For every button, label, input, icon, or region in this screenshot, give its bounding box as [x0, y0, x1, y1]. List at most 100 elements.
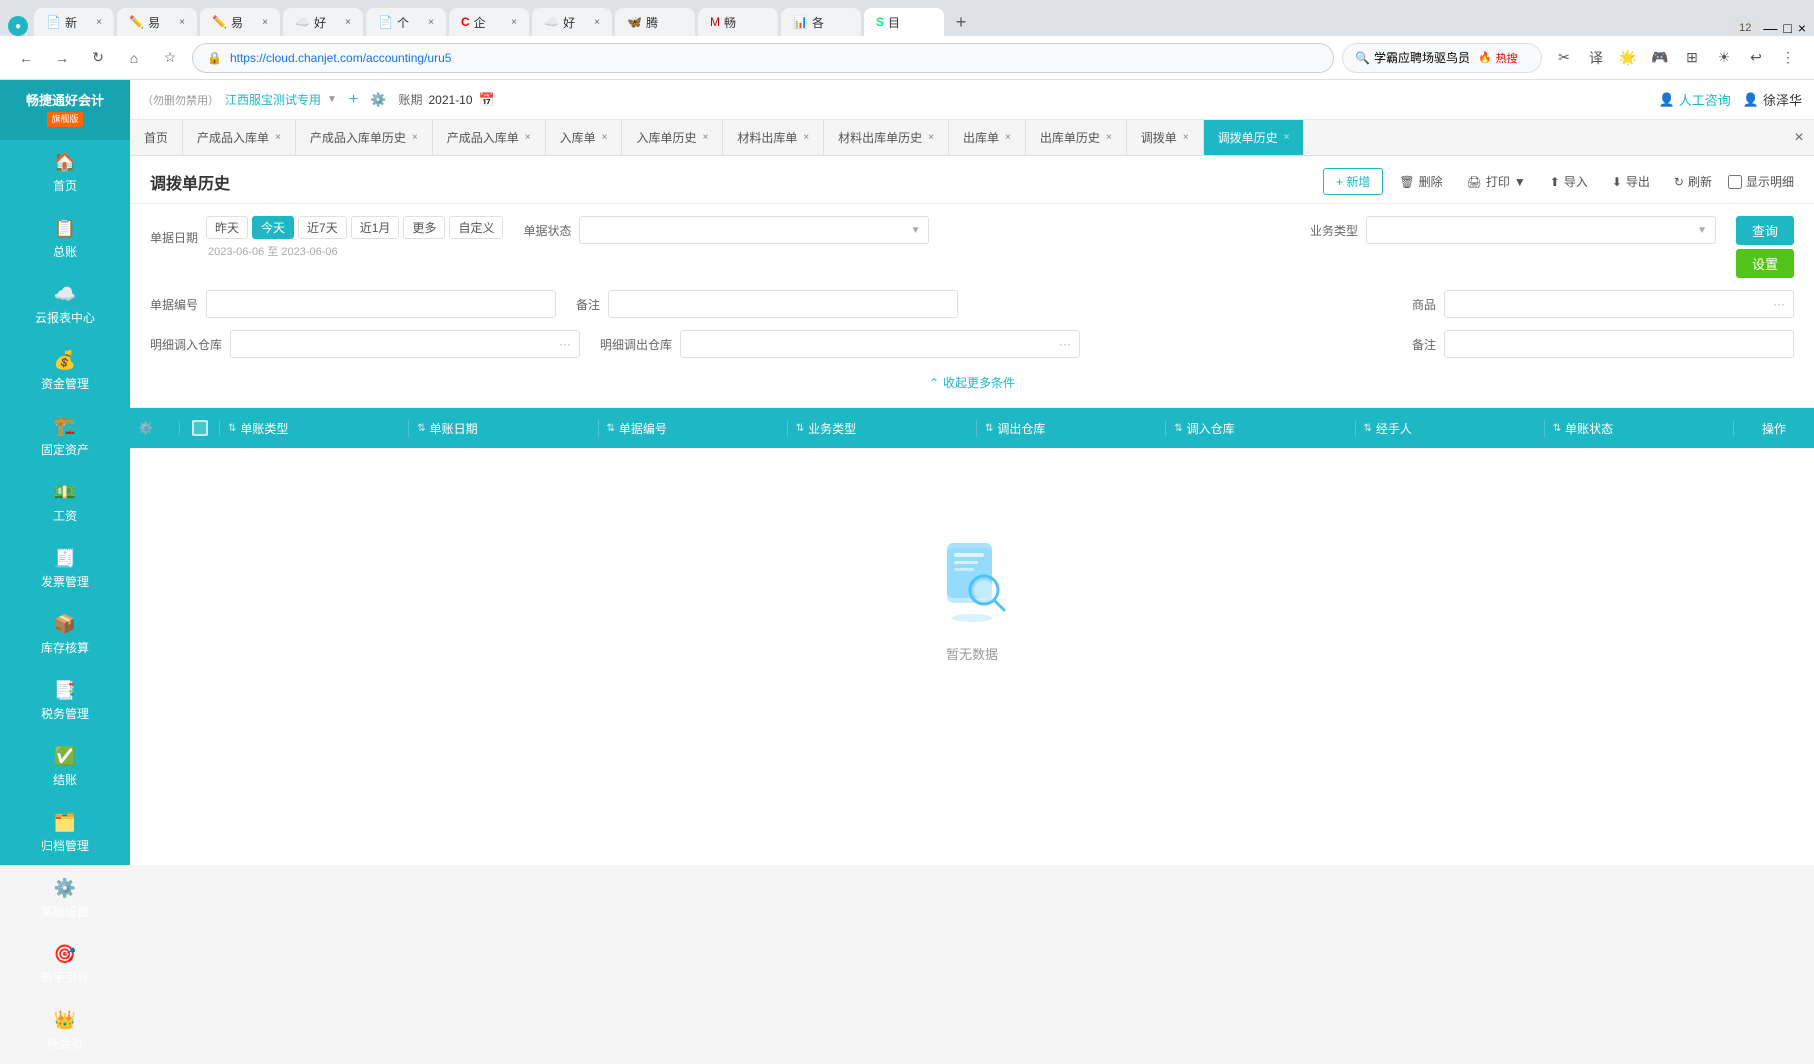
- back-button[interactable]: ←: [12, 44, 40, 72]
- th-gear[interactable]: ⚙️: [130, 421, 180, 435]
- browser-tab-11[interactable]: S 目: [864, 8, 944, 36]
- tab-close-material-out[interactable]: ×: [803, 132, 809, 143]
- detail-out-select[interactable]: ···: [680, 330, 1080, 358]
- delete-btn[interactable]: 🗑 删除: [1391, 169, 1450, 194]
- detail-note-input[interactable]: [1444, 330, 1794, 358]
- nav-tab-material-out[interactable]: 材料出库单 ×: [723, 120, 824, 156]
- browser-tab-8[interactable]: 🦋 腾: [615, 8, 695, 36]
- nav-tab-in-order[interactable]: 入库单 ×: [546, 120, 623, 156]
- maximize-btn[interactable]: □: [1783, 20, 1791, 36]
- minimize-btn[interactable]: ―: [1763, 20, 1777, 36]
- th-doc-date[interactable]: ⇅ 单账日期: [409, 420, 598, 437]
- sidebar-item-home[interactable]: 🏠 首页: [0, 140, 130, 206]
- tab-close-material-out-hist[interactable]: ×: [928, 132, 934, 143]
- sidebar-item-ledger[interactable]: 📋 总账: [0, 206, 130, 272]
- sidebar-item-archive[interactable]: 🗂️ 归档管理: [0, 800, 130, 866]
- add-company-btn[interactable]: +: [349, 91, 358, 109]
- forward-button[interactable]: →: [48, 44, 76, 72]
- apps-btn[interactable]: ⊞: [1678, 44, 1706, 72]
- date-btn-more[interactable]: 更多: [403, 216, 445, 239]
- th-checkbox[interactable]: [180, 420, 220, 436]
- tab-close-out-order[interactable]: ×: [1005, 132, 1011, 143]
- sidebar-item-wages[interactable]: 💵 工资: [0, 470, 130, 536]
- nav-tab-out-order[interactable]: 出库单 ×: [949, 120, 1026, 156]
- extension2[interactable]: 🎮: [1646, 44, 1674, 72]
- th-biz-type[interactable]: ⇅ 业务类型: [788, 420, 977, 437]
- date-btn-today[interactable]: 今天: [252, 216, 294, 239]
- th-doc-type[interactable]: ⇅ 单账类型: [220, 420, 409, 437]
- th-doc-number[interactable]: ⇅ 单据编号: [599, 420, 788, 437]
- tab-close-product-in2[interactable]: ×: [525, 132, 531, 143]
- service-btn[interactable]: 👤 人工咨询: [1659, 90, 1731, 109]
- status-select[interactable]: ▼: [579, 216, 929, 244]
- biz-type-select[interactable]: ▼: [1366, 216, 1716, 244]
- tab-close-5[interactable]: ×: [428, 17, 434, 28]
- sidebar-item-inventory[interactable]: 📦 库存核算: [0, 602, 130, 668]
- browser-tab-7[interactable]: ☁️ 好 ×: [532, 8, 612, 36]
- theme-btn[interactable]: ☀: [1710, 44, 1738, 72]
- user-section[interactable]: 👤 徐泽华: [1743, 90, 1802, 109]
- sidebar-item-tax[interactable]: 📑 税务管理: [0, 668, 130, 734]
- search-bar[interactable]: 🔍 学霸应聘场驱鸟员 🔥 热搜: [1342, 43, 1542, 73]
- select-all-checkbox[interactable]: [192, 420, 208, 436]
- export-btn[interactable]: ⬇ 导出: [1604, 169, 1658, 194]
- tab-close-2[interactable]: ×: [179, 17, 185, 28]
- tab-close-3[interactable]: ×: [262, 17, 268, 28]
- nav-tab-transfer-hist[interactable]: 调拨单历史 ×: [1204, 120, 1305, 156]
- doc-number-input[interactable]: [206, 290, 556, 318]
- tab-close-transfer[interactable]: ×: [1183, 132, 1189, 143]
- nav-tab-transfer[interactable]: 调拨单 ×: [1127, 120, 1204, 156]
- date-btn-7days[interactable]: 近7天: [298, 216, 347, 239]
- date-btn-1month[interactable]: 近1月: [351, 216, 400, 239]
- sidebar-item-member[interactable]: 👑 畅会员: [0, 998, 130, 1064]
- calendar-icon[interactable]: 📅: [479, 92, 495, 108]
- undo-btn[interactable]: ↩: [1742, 44, 1770, 72]
- sidebar-item-reports[interactable]: ☁️ 云报表中心: [0, 272, 130, 338]
- tab-close-transfer-hist[interactable]: ×: [1284, 132, 1290, 143]
- nav-tab-product-in2[interactable]: 产成品入库单 ×: [433, 120, 546, 156]
- nav-tab-material-out-hist[interactable]: 材料出库单历史 ×: [824, 120, 949, 156]
- print-btn[interactable]: 🖨 打印 ▼: [1459, 169, 1534, 194]
- close-btn[interactable]: ×: [1798, 20, 1806, 36]
- note-input[interactable]: [608, 290, 958, 318]
- display-toggle-checkbox[interactable]: [1728, 175, 1742, 189]
- nav-tab-out-hist[interactable]: 出库单历史 ×: [1026, 120, 1127, 156]
- nav-tab-product-in[interactable]: 产成品入库单 ×: [183, 120, 296, 156]
- goods-select[interactable]: ···: [1444, 290, 1794, 318]
- filter-settings-btn[interactable]: 设置: [1736, 249, 1794, 278]
- sidebar-item-capital[interactable]: 💰 资金管理: [0, 338, 130, 404]
- tab-close-in-order[interactable]: ×: [602, 132, 608, 143]
- company-selector[interactable]: （勿删勿禁用） 江西服宝测试专用 ▼: [142, 91, 337, 108]
- reload-button[interactable]: ↻: [84, 44, 112, 72]
- date-btn-custom[interactable]: 自定义: [449, 216, 503, 239]
- scissors-tool[interactable]: ✂: [1550, 44, 1578, 72]
- display-toggle[interactable]: 显示明细: [1728, 173, 1794, 190]
- nav-tab-product-in-hist[interactable]: 产成品入库单历史 ×: [296, 120, 433, 156]
- sidebar-item-settle[interactable]: ✅ 结账: [0, 734, 130, 800]
- tab-close-product-in[interactable]: ×: [275, 132, 281, 143]
- sidebar-item-guide[interactable]: 🎯 新手引导: [0, 932, 130, 998]
- new-tab-button[interactable]: +: [947, 8, 975, 36]
- browser-tab-10[interactable]: 📊 各: [781, 8, 861, 36]
- nav-tab-home[interactable]: 首页: [130, 120, 183, 156]
- new-btn[interactable]: + 新增: [1323, 168, 1383, 195]
- collapse-btn[interactable]: ⌃ 收起更多条件: [929, 370, 1015, 395]
- settings-gear-btn[interactable]: ⚙️: [370, 92, 386, 108]
- close-all-tabs-btn[interactable]: ×: [1784, 129, 1814, 147]
- th-handler[interactable]: ⇅ 经手人: [1356, 420, 1545, 437]
- extension1[interactable]: 🌟: [1614, 44, 1642, 72]
- sidebar-item-invoice[interactable]: 🧾 发票管理: [0, 536, 130, 602]
- tab-close-7[interactable]: ×: [594, 17, 600, 28]
- th-out-warehouse[interactable]: ⇅ 调出仓库: [977, 420, 1166, 437]
- nav-tab-in-hist[interactable]: 入库单历史 ×: [622, 120, 723, 156]
- browser-tab-5[interactable]: 📄 个 ×: [366, 8, 446, 36]
- browser-tab-4[interactable]: ☁️ 好 ×: [283, 8, 363, 36]
- browser-tab-9[interactable]: M 畅: [698, 8, 778, 36]
- th-in-warehouse[interactable]: ⇅ 调入仓库: [1166, 420, 1355, 437]
- translate-tool[interactable]: 译: [1582, 44, 1610, 72]
- address-bar[interactable]: 🔒 https://cloud.chanjet.com/accounting/u…: [192, 43, 1334, 73]
- refresh-btn[interactable]: ↻ 刷新: [1666, 169, 1720, 194]
- browser-tab-2[interactable]: ✏️ 易 ×: [117, 8, 197, 36]
- sidebar-item-settings[interactable]: ⚙️ 基础设置: [0, 866, 130, 932]
- tab-close-1[interactable]: ×: [96, 17, 102, 28]
